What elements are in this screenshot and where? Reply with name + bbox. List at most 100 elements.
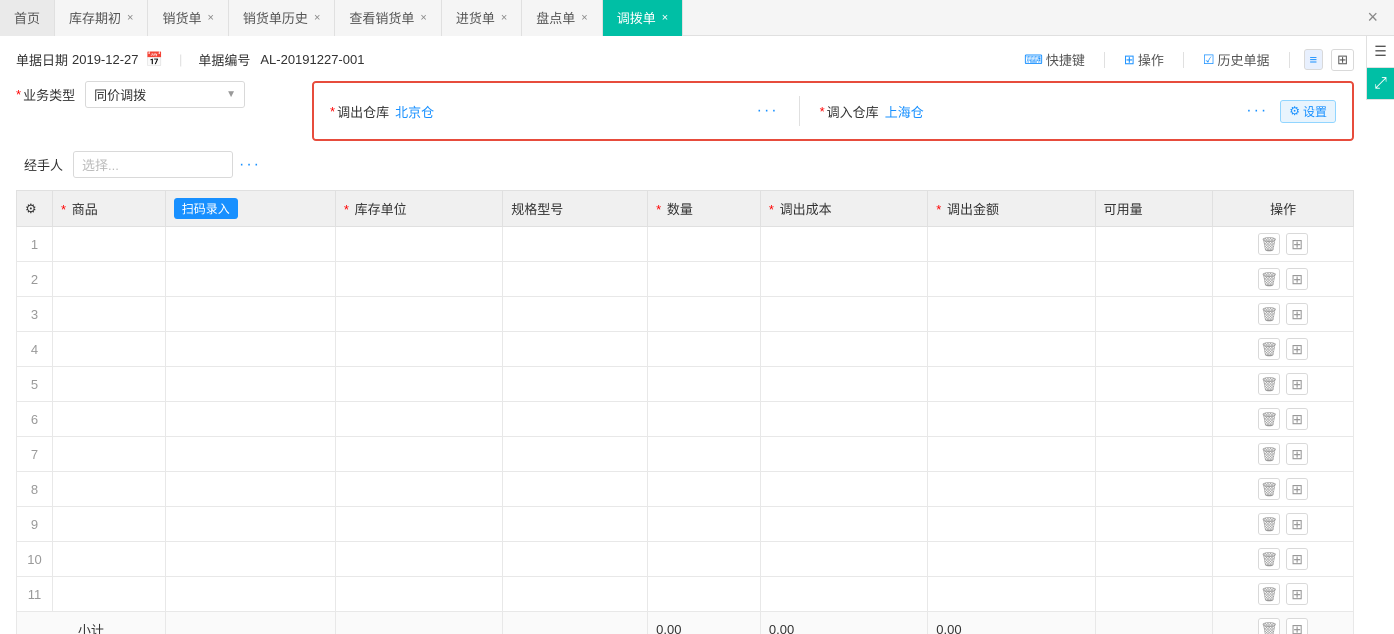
row-copy-7[interactable]: ⊞: [1286, 443, 1308, 465]
row-spec-8[interactable]: [503, 472, 648, 507]
row-unit-4[interactable]: [335, 332, 502, 367]
row-copy-10[interactable]: ⊞: [1286, 548, 1308, 570]
row-product-10[interactable]: [53, 542, 166, 577]
row-cost-9[interactable]: [760, 507, 927, 542]
tab-home[interactable]: 首页: [0, 0, 55, 36]
manager-more[interactable]: ···: [239, 156, 261, 174]
row-quantity-2[interactable]: [648, 262, 761, 297]
row-copy-3[interactable]: ⊞: [1286, 303, 1308, 325]
th-scan[interactable]: 扫码录入: [165, 191, 335, 227]
row-copy-4[interactable]: ⊞: [1286, 338, 1308, 360]
row-quantity-6[interactable]: [648, 402, 761, 437]
row-delete-1[interactable]: 🗑: [1258, 233, 1280, 255]
tab-purchase-order[interactable]: 进货单 ×: [442, 0, 522, 36]
row-quantity-7[interactable]: [648, 437, 761, 472]
in-warehouse-more[interactable]: ···: [1246, 102, 1268, 120]
tab-transfer[interactable]: 调拨单 ×: [603, 0, 683, 36]
row-spec-2[interactable]: [503, 262, 648, 297]
row-spec-9[interactable]: [503, 507, 648, 542]
tab-inventory-check[interactable]: 盘点单 ×: [522, 0, 602, 36]
row-copy-5[interactable]: ⊞: [1286, 373, 1308, 395]
row-product-9[interactable]: [53, 507, 166, 542]
row-amount-11[interactable]: [928, 577, 1095, 612]
out-warehouse-more[interactable]: ···: [757, 102, 779, 120]
scan-button[interactable]: 扫码录入: [174, 198, 238, 219]
subtotal-copy-icon[interactable]: ⊞: [1286, 618, 1308, 634]
row-amount-3[interactable]: [928, 297, 1095, 332]
row-spec-6[interactable]: [503, 402, 648, 437]
row-unit-7[interactable]: [335, 437, 502, 472]
row-copy-6[interactable]: ⊞: [1286, 408, 1308, 430]
window-close-button[interactable]: ×: [1359, 7, 1386, 28]
row-cost-4[interactable]: [760, 332, 927, 367]
row-delete-2[interactable]: 🗑: [1258, 268, 1280, 290]
in-warehouse-value[interactable]: 上海仓: [885, 102, 1247, 121]
row-product-6[interactable]: [53, 402, 166, 437]
date-field[interactable]: 2019-12-27 📅: [72, 51, 163, 68]
row-delete-8[interactable]: 🗑: [1258, 478, 1280, 500]
out-warehouse-value[interactable]: 北京仓: [395, 102, 757, 121]
row-copy-9[interactable]: ⊞: [1286, 513, 1308, 535]
row-quantity-3[interactable]: [648, 297, 761, 332]
tab-transfer-close[interactable]: ×: [662, 12, 668, 24]
row-cost-8[interactable]: [760, 472, 927, 507]
row-spec-4[interactable]: [503, 332, 648, 367]
row-quantity-10[interactable]: [648, 542, 761, 577]
row-cost-5[interactable]: [760, 367, 927, 402]
row-product-7[interactable]: [53, 437, 166, 472]
row-delete-10[interactable]: 🗑: [1258, 548, 1280, 570]
row-spec-1[interactable]: [503, 227, 648, 262]
row-delete-5[interactable]: 🗑: [1258, 373, 1280, 395]
row-delete-9[interactable]: 🗑: [1258, 513, 1280, 535]
grid-view-button[interactable]: ⊞: [1331, 49, 1354, 71]
row-amount-7[interactable]: [928, 437, 1095, 472]
row-cost-1[interactable]: [760, 227, 927, 262]
history-button[interactable]: ☑ 历史单据: [1198, 48, 1275, 71]
row-delete-7[interactable]: 🗑: [1258, 443, 1280, 465]
row-amount-8[interactable]: [928, 472, 1095, 507]
row-spec-11[interactable]: [503, 577, 648, 612]
row-quantity-1[interactable]: [648, 227, 761, 262]
row-copy-11[interactable]: ⊞: [1286, 583, 1308, 605]
row-cost-7[interactable]: [760, 437, 927, 472]
tab-inventory-init-close[interactable]: ×: [127, 12, 133, 24]
row-spec-10[interactable]: [503, 542, 648, 577]
settings-button[interactable]: ⚙ 设置: [1280, 100, 1336, 123]
row-cost-2[interactable]: [760, 262, 927, 297]
tab-inventory-init[interactable]: 库存期初 ×: [55, 0, 148, 36]
row-unit-5[interactable]: [335, 367, 502, 402]
row-spec-7[interactable]: [503, 437, 648, 472]
th-settings[interactable]: ⚙: [17, 191, 53, 227]
row-unit-2[interactable]: [335, 262, 502, 297]
row-delete-6[interactable]: 🗑: [1258, 408, 1280, 430]
row-cost-10[interactable]: [760, 542, 927, 577]
row-quantity-4[interactable]: [648, 332, 761, 367]
row-unit-9[interactable]: [335, 507, 502, 542]
tab-sales-order[interactable]: 销货单 ×: [148, 0, 228, 36]
row-amount-6[interactable]: [928, 402, 1095, 437]
tab-purchase-order-close[interactable]: ×: [501, 12, 507, 24]
row-product-2[interactable]: [53, 262, 166, 297]
calendar-icon[interactable]: 📅: [146, 51, 163, 68]
tab-inventory-check-close[interactable]: ×: [581, 12, 587, 24]
row-delete-3[interactable]: 🗑: [1258, 303, 1280, 325]
row-product-4[interactable]: [53, 332, 166, 367]
row-product-3[interactable]: [53, 297, 166, 332]
row-quantity-8[interactable]: [648, 472, 761, 507]
right-panel-expand-button[interactable]: ⤢: [1367, 68, 1394, 100]
subtotal-delete-icon[interactable]: 🗑: [1258, 618, 1280, 634]
row-copy-2[interactable]: ⊞: [1286, 268, 1308, 290]
row-unit-6[interactable]: [335, 402, 502, 437]
operate-button[interactable]: ⊞ 操作: [1119, 48, 1169, 71]
row-cost-11[interactable]: [760, 577, 927, 612]
list-view-button[interactable]: ≡: [1304, 49, 1324, 70]
row-copy-8[interactable]: ⊞: [1286, 478, 1308, 500]
row-spec-5[interactable]: [503, 367, 648, 402]
row-amount-5[interactable]: [928, 367, 1095, 402]
row-quantity-11[interactable]: [648, 577, 761, 612]
row-quantity-5[interactable]: [648, 367, 761, 402]
row-unit-10[interactable]: [335, 542, 502, 577]
table-settings-icon[interactable]: ⚙: [25, 201, 37, 216]
shortcut-button[interactable]: ⌨ 快捷键: [1019, 48, 1090, 71]
row-copy-1[interactable]: ⊞: [1286, 233, 1308, 255]
